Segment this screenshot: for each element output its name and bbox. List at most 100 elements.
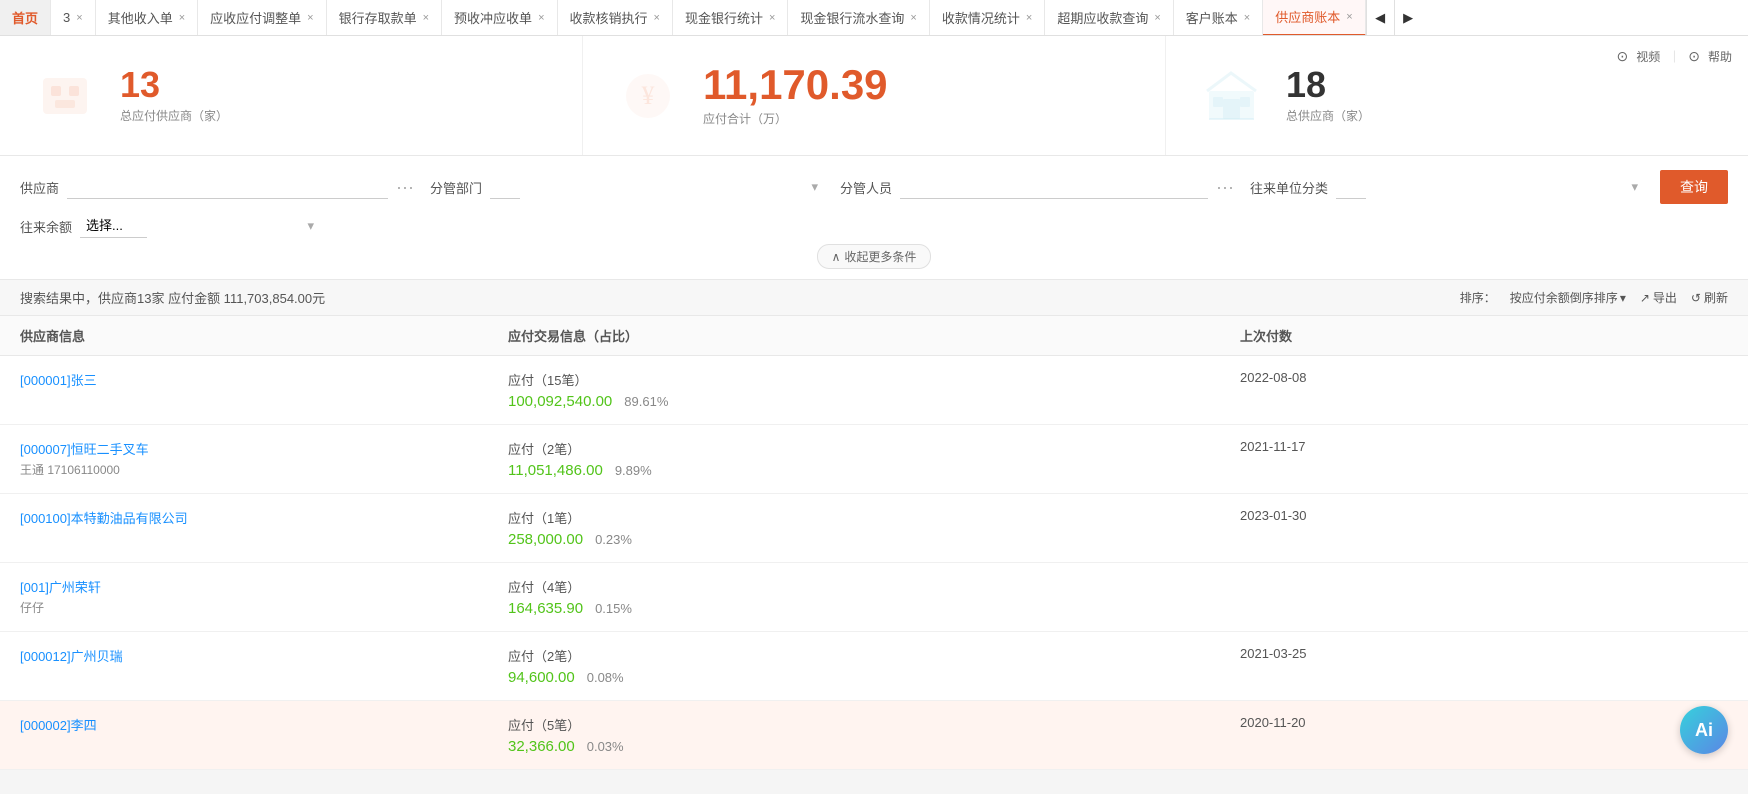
- supplier-field-label: 供应商: [20, 178, 59, 197]
- close-icon[interactable]: ×: [76, 12, 82, 24]
- export-button[interactable]: ↗ 导出: [1640, 289, 1677, 306]
- nav-tab-3[interactable]: 3 ×: [51, 0, 96, 36]
- ai-label: Ai: [1695, 720, 1713, 741]
- supplier-info-cell: [000001]张三: [20, 370, 508, 389]
- chevron-down-icon: ▾: [1620, 291, 1626, 305]
- close-icon[interactable]: ×: [1154, 12, 1160, 24]
- close-icon[interactable]: ×: [538, 12, 544, 24]
- export-label: 导出: [1653, 289, 1677, 306]
- person-input[interactable]: [900, 175, 1208, 199]
- tx-info-cell: 应付（2笔） 11,051,486.00 9.89%: [508, 439, 1240, 479]
- nav-next-arrow[interactable]: ▶: [1394, 0, 1422, 36]
- nav-collect-stat-label: 收款情况统计: [942, 8, 1020, 27]
- video-link[interactable]: 视频: [1636, 48, 1660, 65]
- person-dots-icon[interactable]: ···: [1216, 177, 1234, 198]
- nav-bank-deposit[interactable]: 银行存取款单 ×: [327, 0, 442, 36]
- nav-ar-ap-adjust[interactable]: 应收应付调整单 ×: [198, 0, 326, 36]
- nav-overdue-ar[interactable]: 超期应收款查询 ×: [1045, 0, 1173, 36]
- nav-customer-ledger[interactable]: 客户账本 ×: [1174, 0, 1263, 36]
- close-icon[interactable]: ×: [910, 12, 916, 24]
- nav-collect-verify[interactable]: 收款核销执行 ×: [558, 0, 673, 36]
- ai-button[interactable]: Ai: [1680, 706, 1728, 754]
- divider: ｜: [1668, 48, 1680, 65]
- table-row: [000012]广州贝瑞 应付（2笔） 94,600.00 0.08% 2021…: [0, 632, 1748, 701]
- nav-home[interactable]: 首页: [0, 0, 51, 36]
- table-row: [001]广州荣轩 仔仔 应付（4笔） 164,635.90 0.15%: [0, 563, 1748, 632]
- nav-collect-stat[interactable]: 收款情况统计 ×: [930, 0, 1045, 36]
- refresh-button[interactable]: ↺ 刷新: [1691, 289, 1728, 306]
- supplier-link[interactable]: [000100]本特勤油品有限公司: [20, 511, 188, 526]
- summary-card-suppliers: 13 总应付供应商（家）: [0, 36, 583, 155]
- nav-customer-ledger-label: 客户账本: [1186, 8, 1238, 27]
- supplier-field: 供应商 ···: [20, 175, 414, 199]
- sort-button[interactable]: 按应付余额倒序排序 ▾: [1510, 289, 1626, 306]
- dept-field-label: 分管部门: [430, 178, 482, 197]
- tx-label: 应付（2笔）: [508, 439, 1240, 458]
- nav-prepay-ar[interactable]: 预收冲应收单 ×: [442, 0, 557, 36]
- shop-icon: [1196, 61, 1266, 131]
- top-navigation: 首页 3 × 其他收入单 × 应收应付调整单 × 银行存取款单 × 预收冲应收单…: [0, 0, 1748, 36]
- balance-select[interactable]: 选择...: [80, 214, 147, 238]
- table-row: [000100]本特勤油品有限公司 应付（1笔） 258,000.00 0.23…: [0, 494, 1748, 563]
- supplier-link[interactable]: [000001]张三: [20, 373, 97, 388]
- last-pay-cell: 2023-01-30: [1240, 508, 1728, 523]
- supplier-link[interactable]: [000007]恒旺二手叉车: [20, 442, 149, 457]
- summary-bar: 13 总应付供应商（家） ¥ 11,170.39 应付合计（万）: [0, 36, 1748, 156]
- supplier-link[interactable]: [000002]李四: [20, 718, 97, 733]
- nav-home-label: 首页: [12, 8, 38, 27]
- supplier-input[interactable]: [67, 175, 388, 199]
- query-button[interactable]: 查询: [1660, 170, 1728, 204]
- tx-label: 应付（5笔）: [508, 715, 1240, 734]
- close-icon[interactable]: ×: [1026, 12, 1032, 24]
- close-icon[interactable]: ×: [769, 12, 775, 24]
- close-icon[interactable]: ×: [1346, 11, 1352, 23]
- table-header: 供应商信息 应付交易信息（占比） 上次付数: [0, 316, 1748, 356]
- supplier-dots-icon[interactable]: ···: [396, 177, 414, 198]
- collapse-button[interactable]: ∧ 收起更多条件: [817, 244, 932, 269]
- nav-cash-bank-stat-label: 现金银行统计: [685, 8, 763, 27]
- table-row: [000002]李四 应付（5笔） 32,366.00 0.03% 2020-1…: [0, 701, 1748, 770]
- chevron-up-icon: ∧: [832, 250, 841, 264]
- nav-cash-bank-stat[interactable]: 现金银行统计 ×: [673, 0, 788, 36]
- last-pay-cell: 2022-08-08: [1240, 370, 1728, 385]
- close-icon[interactable]: ×: [654, 12, 660, 24]
- export-icon: ↗: [1640, 291, 1650, 305]
- amount-label: 应付合计（万）: [703, 110, 888, 127]
- search-bar: 供应商 ··· 分管部门 分管人员 ··· 往来单位分类: [0, 156, 1748, 280]
- balance-field-label: 往来余额: [20, 217, 72, 236]
- dept-field: 分管部门: [430, 175, 824, 199]
- person-field-label: 分管人员: [840, 178, 892, 197]
- dept-select[interactable]: [490, 175, 520, 199]
- nav-supplier-ledger[interactable]: 供应商账本 ×: [1263, 0, 1365, 36]
- close-icon[interactable]: ×: [307, 12, 313, 24]
- top-right-links: ⊙ 视频 ｜ ⊙ 帮助: [1616, 48, 1732, 65]
- close-icon[interactable]: ×: [423, 12, 429, 24]
- results-summary: 搜索结果中，供应商13家 应付金额 111,703,854.00元: [20, 288, 325, 307]
- close-icon[interactable]: ×: [179, 12, 185, 24]
- tx-info-cell: 应付（15笔） 100,092,540.00 89.61%: [508, 370, 1240, 410]
- supplier-link[interactable]: [000012]广州贝瑞: [20, 649, 123, 664]
- tx-info-cell: 应付（4笔） 164,635.90 0.15%: [508, 577, 1240, 617]
- supplier-icon: [30, 61, 100, 131]
- supplier-link[interactable]: [001]广州荣轩: [20, 580, 101, 595]
- col-tx-header: 应付交易信息（占比）: [508, 326, 1240, 345]
- sort-text: 按应付余额倒序排序: [1510, 289, 1618, 306]
- tx-percent: 89.61%: [624, 394, 668, 409]
- supplier-info-cell: [001]广州荣轩 仔仔: [20, 577, 508, 616]
- nav-bank-deposit-label: 银行存取款单: [339, 8, 417, 27]
- amount-icon: ¥: [613, 61, 683, 131]
- nav-other-income[interactable]: 其他收入单 ×: [96, 0, 198, 36]
- balance-field: 往来余额 选择...: [20, 214, 320, 238]
- close-icon[interactable]: ×: [1244, 12, 1250, 24]
- nav-tab-3-label: 3: [63, 10, 70, 25]
- table-row: [000001]张三 应付（15笔） 100,092,540.00 89.61%…: [0, 356, 1748, 425]
- supplier-label: 总应付供应商（家）: [120, 107, 228, 124]
- unit-select[interactable]: [1336, 175, 1366, 199]
- nav-prev-arrow[interactable]: ◀: [1366, 0, 1394, 36]
- nav-cash-bank-flow[interactable]: 现金银行流水查询 ×: [788, 0, 929, 36]
- help-link[interactable]: 帮助: [1708, 48, 1732, 65]
- tx-amount: 32,366.00: [508, 738, 575, 755]
- nav-overdue-ar-label: 超期应收款查询: [1057, 8, 1148, 27]
- table-body: [000001]张三 应付（15笔） 100,092,540.00 89.61%…: [0, 356, 1748, 770]
- nav-other-income-label: 其他收入单: [108, 8, 173, 27]
